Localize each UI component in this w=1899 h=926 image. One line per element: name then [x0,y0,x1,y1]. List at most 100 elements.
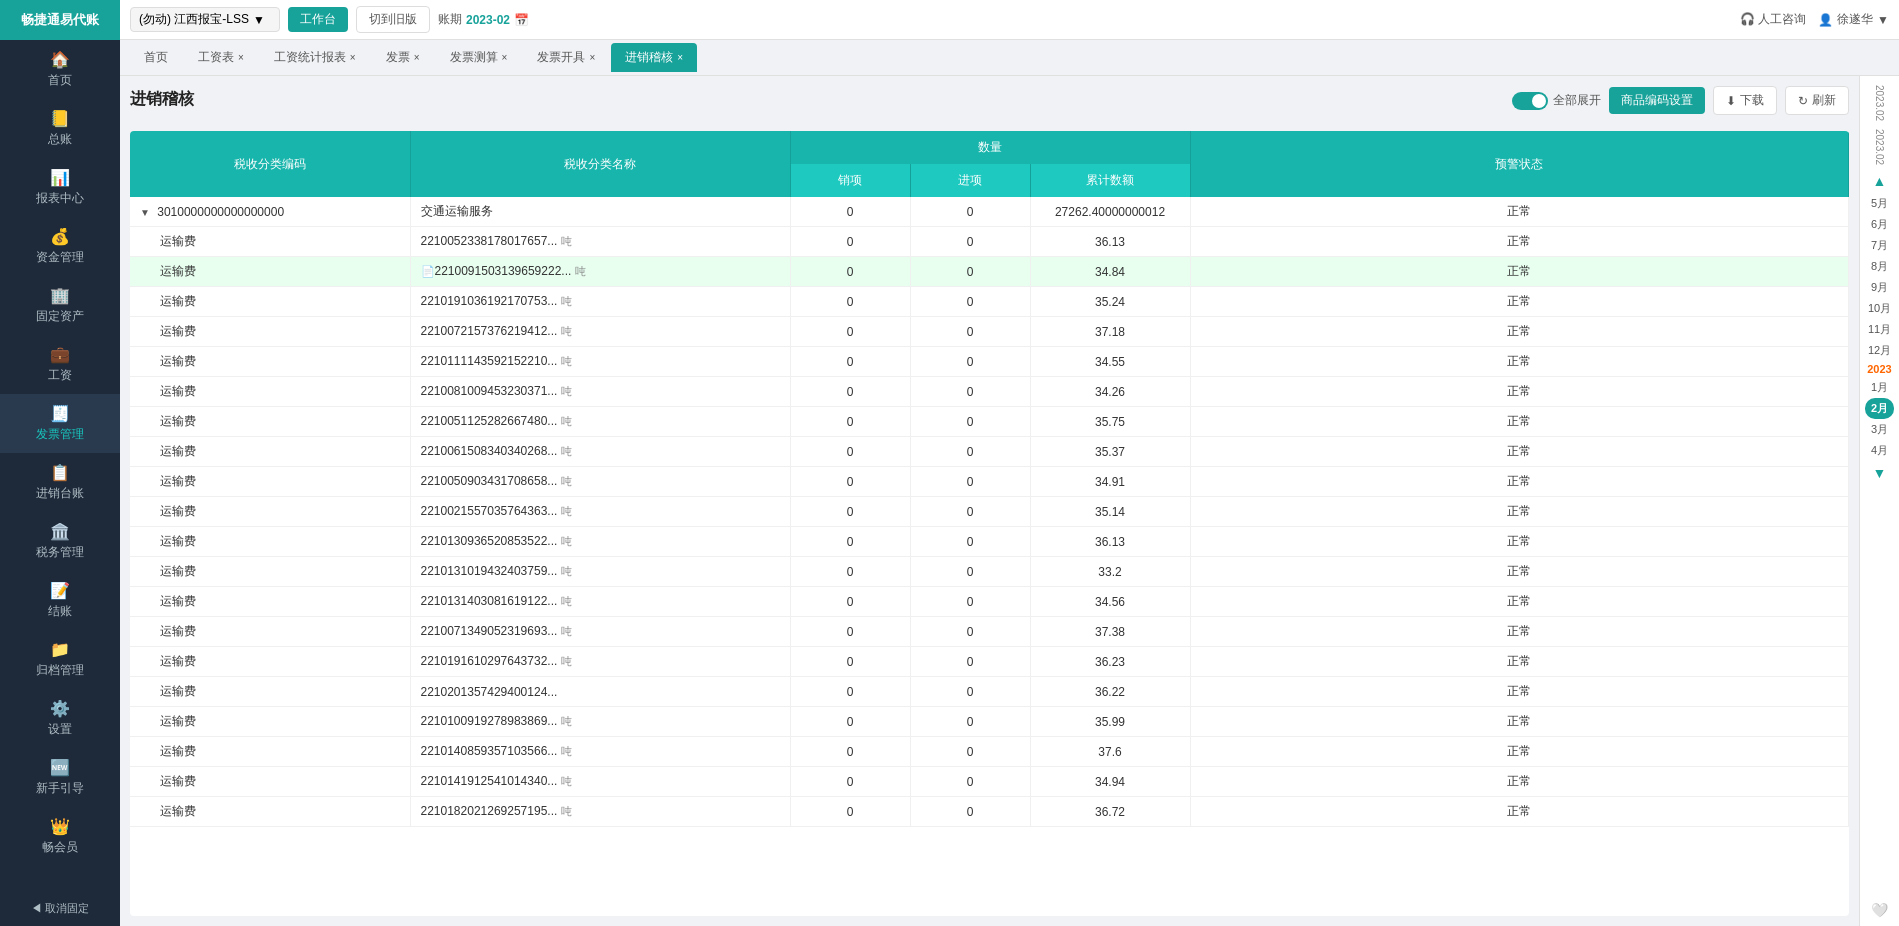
sidebar-item-reports[interactable]: 📊 报表中心 [0,158,120,217]
nav-up-btn[interactable]: ▲ [1869,169,1891,193]
tab-close-icon[interactable]: × [589,52,595,63]
sidebar-item-label: 资金管理 [36,249,84,266]
month-nov[interactable]: 11月 [1860,319,1899,340]
table-row[interactable]: 运输费 2210081009453230371... 吨 0 0 34.26 正… [130,377,1849,407]
month-apr[interactable]: 4月 [1860,440,1899,461]
month-dec[interactable]: 12月 [1860,340,1899,361]
sidebar-item-ledger[interactable]: 📒 总账 [0,99,120,158]
month-jun[interactable]: 6月 [1860,214,1899,235]
service-btn[interactable]: 🎧 人工咨询 [1740,11,1806,28]
tax-icon: 🏛️ [50,522,70,541]
sidebar-item-label: 发票管理 [36,426,84,443]
sidebar-item-home[interactable]: 🏠 首页 [0,40,120,99]
table-row[interactable]: 运输费 2210191610297643732... 吨 0 0 36.23 正… [130,647,1849,677]
table-row[interactable]: 运输费 2210100919278983869... 吨 0 0 35.99 正… [130,707,1849,737]
workspace-btn[interactable]: 工作台 [288,7,348,32]
month-mar[interactable]: 3月 [1860,419,1899,440]
table-row[interactable]: 运输费 2210052338178017657... 吨 0 0 36.13 正… [130,227,1849,257]
table-row[interactable]: 运输费 2210182021269257195... 吨 0 0 36.72 正… [130,797,1849,827]
expand-toggle[interactable]: 全部展开 [1512,92,1601,110]
sidebar-item-assets[interactable]: 🏢 固定资产 [0,276,120,335]
sidebar-item-settlement[interactable]: 📝 结账 [0,571,120,630]
table-row[interactable]: 运输费 2210111143592152210... 吨 0 0 34.55 正… [130,347,1849,377]
group-code: ▼ 3010000000000000000 [130,197,410,227]
sidebar-item-member[interactable]: 👑 畅会员 [0,807,120,866]
table-row[interactable]: 运输费 2210201357429400124... 0 0 36.22 正常 [130,677,1849,707]
sidebar-item-settings[interactable]: ⚙️ 设置 [0,689,120,748]
month-sep[interactable]: 9月 [1860,277,1899,298]
calendar-icon[interactable]: 📅 [514,13,529,27]
cell-status: 正常 [1190,617,1849,647]
tab-invoice-calc[interactable]: 发票测算 × [436,43,522,72]
settings-btn[interactable]: 商品编码设置 [1609,87,1705,114]
headset-icon: 🎧 [1740,12,1755,26]
user-menu[interactable]: 👤 徐遂华 ▼ [1818,11,1889,28]
tab-salary-report[interactable]: 工资统计报表 × [260,43,370,72]
table-row[interactable]: 运输费 2210131019432403759... 吨 0 0 33.2 正常 [130,557,1849,587]
tab-close-icon[interactable]: × [677,52,683,63]
table-row[interactable]: 运输费 2210021557035764363... 吨 0 0 35.14 正… [130,497,1849,527]
expand-icon[interactable]: ▼ [140,207,150,218]
archive-icon: 📁 [50,640,70,659]
heart-icon[interactable]: 🤍 [1863,894,1896,926]
nav-down-btn[interactable]: ▼ [1869,461,1891,485]
month-jul[interactable]: 7月 [1860,235,1899,256]
tab-close-icon[interactable]: × [502,52,508,63]
cell-sales: 0 [790,287,910,317]
sidebar-item-salary[interactable]: 💼 工资 [0,335,120,394]
sidebar-unpin-btn[interactable]: ◀ 取消固定 [0,891,120,926]
cell-invoice-code: 2210021557035764363... 吨 [410,497,790,527]
sidebar-item-funds[interactable]: 💰 资金管理 [0,217,120,276]
toggle-switch[interactable] [1512,92,1548,110]
sidebar-item-guide[interactable]: 🆕 新手引导 [0,748,120,807]
sidebar-item-label: 设置 [48,721,72,738]
month-oct[interactable]: 10月 [1860,298,1899,319]
col-header-purchase: 进项 [910,164,1030,197]
tab-home[interactable]: 首页 [130,43,182,72]
chevron-down-icon: ▼ [253,13,265,27]
cell-purchase: 0 [910,197,1030,227]
refresh-btn[interactable]: ↻ 刷新 [1785,86,1849,115]
cell-purchase: 0 [910,677,1030,707]
month-may[interactable]: 5月 [1860,193,1899,214]
sidebar-item-purchase-sales[interactable]: 📋 进销台账 [0,453,120,512]
tab-invoice[interactable]: 发票 × [372,43,434,72]
assets-icon: 🏢 [50,286,70,305]
sidebar-item-invoice-mgmt[interactable]: 🧾 发票管理 [0,394,120,453]
table-row[interactable]: 运输费 2210051125282667480... 吨 0 0 35.75 正… [130,407,1849,437]
table-row[interactable]: 运输费 2210141912541014340... 吨 0 0 34.94 正… [130,767,1849,797]
download-btn[interactable]: ⬇ 下载 [1713,86,1777,115]
cell-sales: 0 [790,497,910,527]
table-row[interactable]: 运输费 2210050903431708658... 吨 0 0 34.91 正… [130,467,1849,497]
month-jan[interactable]: 1月 [1860,377,1899,398]
month-feb-active[interactable]: 2月 [1865,398,1894,419]
sidebar-item-archive[interactable]: 📁 归档管理 [0,630,120,689]
data-table: 税收分类编码 税收分类名称 数量 预警状态 销项 进项 累计数额 [130,131,1849,827]
table-row[interactable]: 运输费 2210131403081619122... 吨 0 0 34.56 正… [130,587,1849,617]
tab-close-icon[interactable]: × [350,52,356,63]
file-icon: 📄 [421,265,435,277]
table-row[interactable]: 运输费 2210140859357103566... 吨 0 0 37.6 正常 [130,737,1849,767]
cell-name: 运输费 [130,257,410,287]
table-row[interactable]: 运输费 📄2210091503139659222... 吨 0 0 34.84 … [130,257,1849,287]
switch-old-btn[interactable]: 切到旧版 [356,6,430,33]
sidebar-item-label: 畅会员 [42,839,78,856]
company-selector[interactable]: (勿动) 江西报宝-LSS ▼ [130,7,280,32]
sidebar-item-tax[interactable]: 🏛️ 税务管理 [0,512,120,571]
tab-invoice-open[interactable]: 发票开具 × [523,43,609,72]
table-row[interactable]: ▼ 3010000000000000000 交通运输服务 0 0 27262.4… [130,197,1849,227]
table-row[interactable]: 运输费 2210071349052319693... 吨 0 0 37.38 正… [130,617,1849,647]
table-row[interactable]: 运输费 2210061508340340268... 吨 0 0 35.37 正… [130,437,1849,467]
month-aug[interactable]: 8月 [1860,256,1899,277]
tab-salary[interactable]: 工资表 × [184,43,258,72]
tab-close-icon[interactable]: × [238,52,244,63]
cell-name: 运输费 [130,797,410,827]
tab-invoice-reconcile[interactable]: 进销稽核 × [611,43,697,72]
right-panel: 2023.02 2023.02 ▲ 5月 6月 7月 8月 9月 10月 11月… [1859,76,1899,926]
table-row[interactable]: 运输费 2210191036192170753... 吨 0 0 35.24 正… [130,287,1849,317]
table-row[interactable]: 运输费 2210072157376219412... 吨 0 0 37.18 正… [130,317,1849,347]
tab-close-icon[interactable]: × [414,52,420,63]
cell-sales: 0 [790,647,910,677]
cell-cumulative: 34.56 [1030,587,1190,617]
table-row[interactable]: 运输费 2210130936520853522... 吨 0 0 36.13 正… [130,527,1849,557]
